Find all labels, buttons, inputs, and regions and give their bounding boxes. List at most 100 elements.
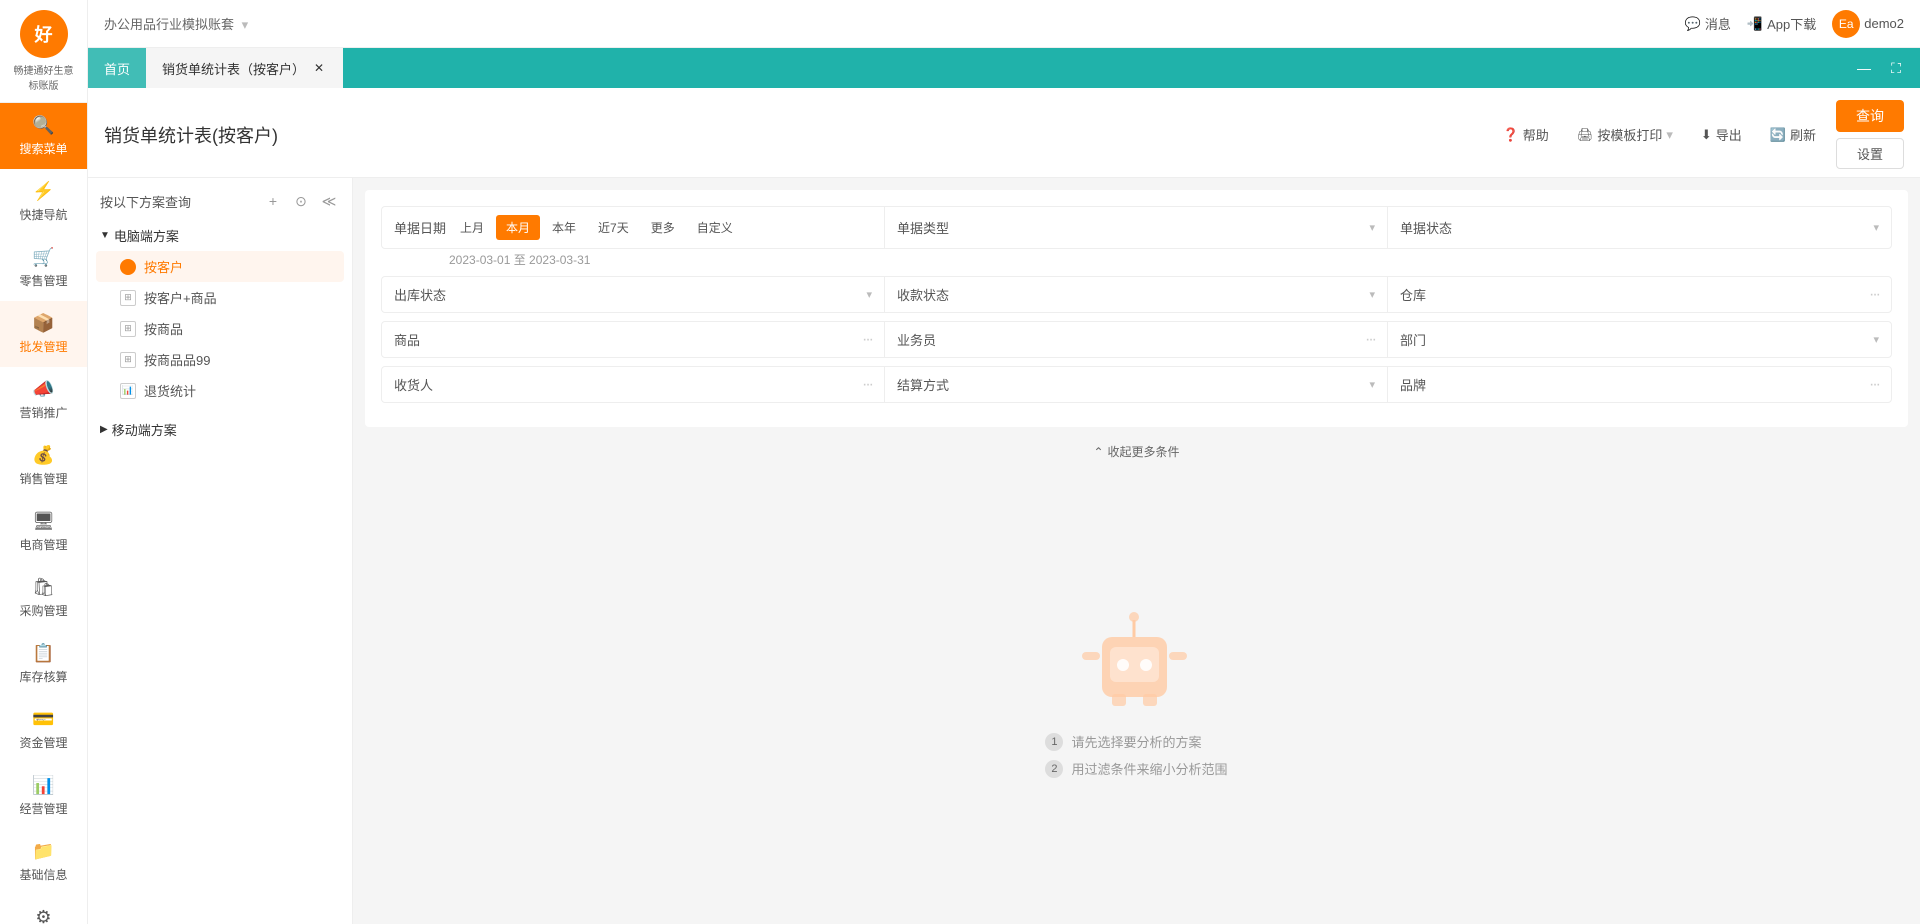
scheme-table-icon3: ⊞ — [120, 352, 136, 368]
sidebar-item-label: 采购管理 — [19, 602, 67, 619]
query-button[interactable]: 查询 — [1836, 100, 1904, 132]
empty-tip: 1 请先选择要分析的方案 2 用过滤条件来缩小分析范围 — [1045, 732, 1227, 778]
type-arrow-icon: ▾ — [1369, 221, 1375, 234]
sidebar-item-sales[interactable]: 💰 销售管理 — [0, 433, 87, 499]
sidebar-item-basic[interactable]: 📁 基础信息 — [0, 829, 87, 895]
scheme-item-by-goods99[interactable]: ⊞ 按商品品99 — [96, 344, 344, 375]
tip-num-1: 1 — [1045, 733, 1063, 751]
tab-sales-stats[interactable]: 销货单统计表（按客户） ✕ — [146, 48, 343, 88]
operation-icon: 📊 — [32, 775, 54, 796]
download-icon: 📲 — [1747, 16, 1763, 32]
filter-cell-outstatus[interactable]: 出库状态 ▾ — [382, 277, 885, 312]
dept-arrow-icon: ▾ — [1873, 333, 1879, 346]
retail-icon: 🛒 — [32, 247, 54, 268]
sidebar-item-label: 营销推广 — [19, 404, 67, 421]
sidebar-item-finance[interactable]: 💳 资金管理 — [0, 697, 87, 763]
refresh-button[interactable]: 🔄 刷新 — [1762, 121, 1824, 148]
scheme-item-by-customer-goods[interactable]: ⊞ 按客户+商品 — [96, 282, 344, 313]
avatar: Ea — [1832, 10, 1860, 38]
page-header: 销货单统计表(按客户) ❓ 帮助 🖨 按模板打印 ▾ ⬇ 导出 🔄 刷新 — [88, 88, 1920, 178]
user-profile[interactable]: Ea demo2 — [1832, 10, 1904, 38]
scheme-item-by-customer[interactable]: 按客户 — [96, 251, 344, 282]
date-this-year[interactable]: 本年 — [542, 215, 586, 240]
filter-cell-date: 单据日期 上月 本月 本年 近7天 更多 自定义 — [382, 207, 885, 248]
tab-maximize-button[interactable]: ⛶ — [1884, 56, 1908, 80]
scheme-item-return-stats[interactable]: 📊 退货统计 — [96, 375, 344, 406]
date-more[interactable]: 更多 — [641, 215, 685, 240]
sidebar-item-label: 电商管理 — [19, 536, 67, 553]
edit-scheme-button[interactable]: ⊙ — [290, 190, 312, 212]
tab-close-button[interactable]: ✕ — [311, 60, 327, 76]
topbar-actions: 💬 消息 📲 App下载 Ea demo2 — [1685, 10, 1904, 38]
filter-cell-brand[interactable]: 品牌 ··· — [1388, 367, 1891, 402]
sidebar-item-ecom[interactable]: 🖥 电商管理 — [0, 499, 87, 565]
download-button[interactable]: 📲 App下载 — [1747, 14, 1816, 33]
group-arrow-icon: ▼ — [100, 230, 110, 241]
query-settings-group: 查询 设置 — [1836, 100, 1904, 169]
logo-icon: 好 — [20, 10, 68, 58]
sidebar-item-label: 销售管理 — [19, 470, 67, 487]
left-panel-tools: + ⊙ ≪ — [262, 190, 340, 212]
help-button[interactable]: ❓ 帮助 — [1495, 121, 1557, 148]
settings-button[interactable]: 设置 — [1836, 138, 1904, 169]
empty-illustration — [1077, 602, 1197, 712]
date-last-7days[interactable]: 近7天 — [588, 215, 639, 240]
scheme-group-mobile-title[interactable]: ▶ 移动端方案 — [96, 414, 344, 445]
tab-minimize-button[interactable]: — — [1852, 56, 1876, 80]
filter-cell-salesman[interactable]: 业务员 ··· — [885, 322, 1388, 357]
sidebar-item-system[interactable]: ⚙ 系统管理 — [0, 895, 87, 924]
sidebar-item-label: 快捷导航 — [19, 206, 67, 223]
settle-arrow-icon: ▾ — [1369, 378, 1375, 391]
date-label: 单据日期 — [394, 218, 450, 237]
right-panel: 单据日期 上月 本月 本年 近7天 更多 自定义 — [353, 178, 1920, 924]
export-button[interactable]: ⬇ 导出 — [1693, 121, 1750, 148]
filter-cell-settle[interactable]: 结算方式 ▾ — [885, 367, 1388, 402]
filter-cell-status[interactable]: 单据状态 ▾ — [1388, 207, 1891, 248]
sidebar-item-wholesale[interactable]: 📦 批发管理 — [0, 301, 87, 367]
logo-text: 畅捷通好生意 标账版 — [14, 62, 74, 92]
collapse-label: 收起更多条件 — [1108, 443, 1180, 460]
salesman-dots-icon: ··· — [1365, 331, 1375, 349]
empty-tip-1: 1 请先选择要分析的方案 — [1045, 732, 1227, 751]
sidebar: 好 畅捷通好生意 标账版 🔍 搜索菜单 ⚡ 快捷导航 🛒 零售管理 📦 批发管理… — [0, 0, 88, 924]
finance-icon: 💳 — [32, 709, 54, 730]
add-scheme-button[interactable]: + — [262, 190, 284, 212]
message-button[interactable]: 💬 消息 — [1685, 14, 1731, 33]
status-arrow-icon: ▾ — [1873, 221, 1879, 234]
filter-cell-goods[interactable]: 商品 ··· — [382, 322, 885, 357]
dept-label: 部门 — [1400, 330, 1456, 349]
filter-cell-collectstatus[interactable]: 收款状态 ▾ — [885, 277, 1388, 312]
collapse-panel-button[interactable]: ≪ — [318, 190, 340, 212]
warehouse-dots-icon: ··· — [1869, 286, 1879, 304]
collapse-bar[interactable]: ⌃ 收起更多条件 — [365, 435, 1908, 468]
sidebar-item-search[interactable]: 🔍 搜索菜单 — [0, 103, 87, 169]
main-area: 办公用品行业模拟账套 ▾ 💬 消息 📲 App下载 Ea demo2 首页 — [88, 0, 1920, 924]
sidebar-item-purchase[interactable]: 🛍 采购管理 — [0, 565, 87, 631]
sidebar-item-operation[interactable]: 📊 经营管理 — [0, 763, 87, 829]
scheme-group-mobile: ▶ 移动端方案 — [88, 414, 352, 445]
date-this-month[interactable]: 本月 — [496, 215, 540, 240]
filter-cell-receiver[interactable]: 收货人 ··· — [382, 367, 885, 402]
sidebar-item-quick-nav[interactable]: ⚡ 快捷导航 — [0, 169, 87, 235]
sidebar-item-retail[interactable]: 🛒 零售管理 — [0, 235, 87, 301]
template-print-button[interactable]: 🖨 按模板打印 ▾ — [1569, 121, 1681, 148]
date-last-month[interactable]: 上月 — [450, 215, 494, 240]
left-panel-title: 按以下方案查询 — [100, 192, 256, 211]
sidebar-item-inventory[interactable]: 📋 库存核算 — [0, 631, 87, 697]
tab-home[interactable]: 首页 — [88, 48, 146, 88]
topbar-title: 办公用品行业模拟账套 ▾ — [104, 14, 1677, 33]
sidebar-item-marketing[interactable]: 📣 营销推广 — [0, 367, 87, 433]
date-custom[interactable]: 自定义 — [687, 215, 743, 240]
scheme-group-desktop-title[interactable]: ▼ 电脑端方案 — [96, 220, 344, 251]
collectstatus-label: 收款状态 — [897, 285, 953, 304]
wholesale-icon: 📦 — [32, 313, 54, 334]
filter-cell-warehouse[interactable]: 仓库 ··· — [1388, 277, 1891, 312]
scheme-table-icon: ⊞ — [120, 290, 136, 306]
page-title: 销货单统计表(按客户) — [104, 122, 1495, 148]
collapse-arrow-icon: ⌃ — [1093, 445, 1103, 459]
print-icon: 🖨 — [1577, 127, 1594, 143]
filter-cell-dept[interactable]: 部门 ▾ — [1388, 322, 1891, 357]
scheme-item-by-goods[interactable]: ⊞ 按商品 — [96, 313, 344, 344]
goods-dots-icon: ··· — [862, 331, 872, 349]
filter-cell-type[interactable]: 单据类型 ▾ — [885, 207, 1388, 248]
